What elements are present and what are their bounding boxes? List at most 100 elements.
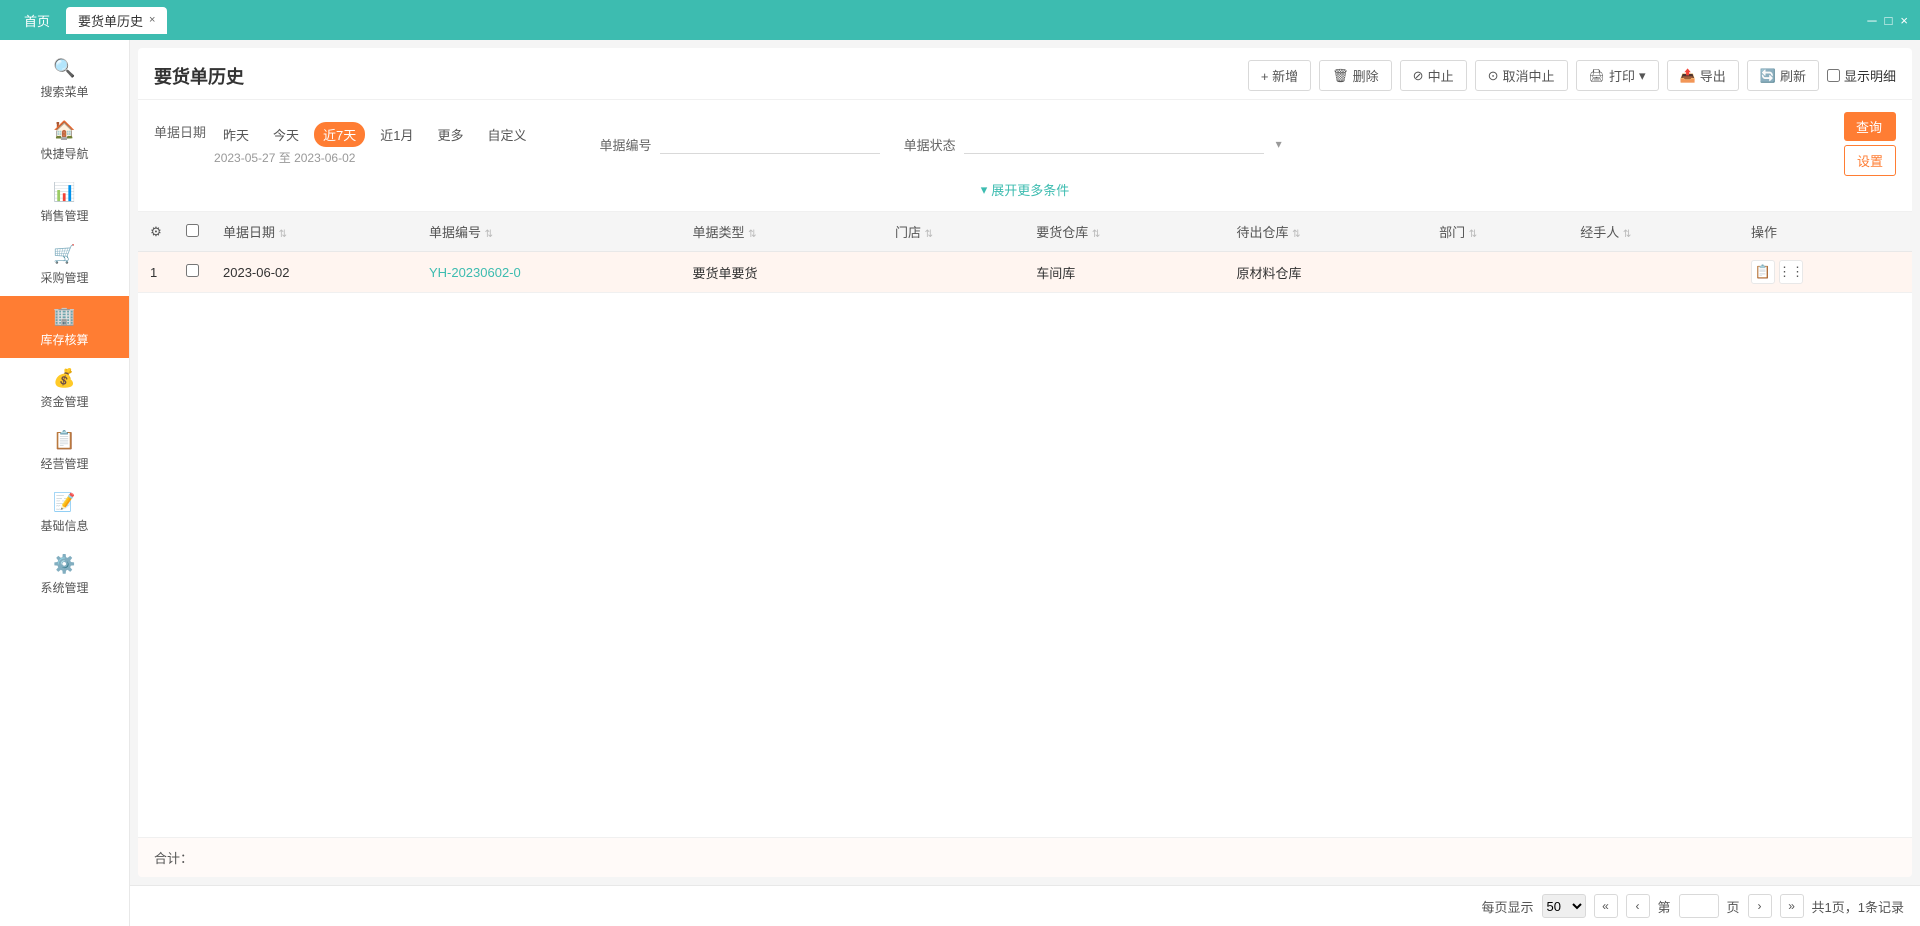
col-number[interactable]: 单据编号 ⇅ [417,212,681,252]
date-btn-yesterday[interactable]: 昨天 [214,122,258,147]
sidebar-item-basic-info[interactable]: 📝 基础信息 [0,482,129,544]
content-area: 要货单历史 + 新增 🗑 删除 ⊘ 中止 ⊙ 取消中止 [130,40,1920,926]
sort-store-icon: ⇅ [925,229,933,240]
window-controls: ─ □ × [1867,13,1908,28]
table-area: ⚙ 单据日期 ⇅ 单据编号 ⇅ [138,212,1912,837]
row-number-link[interactable]: YH-20230602-0 [429,265,521,280]
prev-page-button[interactable]: ‹ [1626,894,1650,918]
col-req-warehouse[interactable]: 要货仓库 ⇅ [1024,212,1224,252]
page-label-end: 页 [1727,897,1740,916]
page-title: 要货单历史 [154,63,244,89]
table-row: 1 2023-06-02 YH-20230602-0 要货单要货 车间库 [138,252,1912,293]
row-edit-button[interactable]: 📋 [1751,260,1775,284]
row-handler [1568,252,1739,293]
page-label: 第 [1658,897,1671,916]
window-close-button[interactable]: × [1900,13,1908,28]
row-delete-button[interactable]: ⋮⋮ [1779,260,1803,284]
bill-number-input[interactable] [660,134,880,154]
page-header: 要货单历史 + 新增 🗑 删除 ⊘ 中止 ⊙ 取消中止 [138,48,1912,100]
date-btn-today[interactable]: 今天 [264,122,308,147]
status-input[interactable] [964,134,1264,154]
main-layout: 🔍 搜索菜单 🏠 快捷导航 📊 销售管理 🛒 采购管理 🏢 库存核算 💰 资金管… [0,40,1920,926]
system-icon: ⚙️ [53,554,75,575]
active-tab-label: 要货单历史 [78,11,143,30]
col-settings[interactable]: ⚙ [138,212,174,252]
maximize-button[interactable]: □ [1885,13,1893,28]
sidebar-item-label: 搜索菜单 [40,83,88,100]
delete-button[interactable]: 🗑 删除 [1319,60,1392,91]
row-req-warehouse: 车间库 [1024,252,1224,293]
next-page-button[interactable]: › [1748,894,1772,918]
last-page-button[interactable]: » [1780,894,1804,918]
bill-number-label: 单据编号 [600,135,652,154]
sort-type-icon: ⇅ [748,229,756,240]
new-button[interactable]: + 新增 [1248,60,1311,91]
export-button[interactable]: 📤 导出 [1667,60,1739,91]
table-footer: 合计： [138,837,1912,877]
quick-nav-icon: 🏠 [53,120,75,141]
settings-button[interactable]: 设置 [1844,145,1896,176]
col-pending-warehouse[interactable]: 待出仓库 ⇅ [1225,212,1428,252]
date-btn-more[interactable]: 更多 [429,122,473,147]
expand-more-btn[interactable]: ▾ 展开更多条件 [981,180,1070,199]
sort-dept-icon: ⇅ [1469,229,1477,240]
inventory-icon: 🏢 [53,306,75,327]
date-filter-options: 昨天 今天 近7天 近1月 更多 自定义 2023-05-27 至 2023-0… [214,122,536,166]
sidebar-item-label: 库存核算 [40,331,88,348]
close-tab-icon[interactable]: × [149,14,155,26]
minimize-button[interactable]: ─ [1867,13,1876,28]
sidebar: 🔍 搜索菜单 🏠 快捷导航 📊 销售管理 🛒 采购管理 🏢 库存核算 💰 资金管… [0,40,130,926]
sidebar-item-sales[interactable]: 📊 销售管理 [0,172,129,234]
expand-more-label: 展开更多条件 [991,180,1069,199]
footer-total-label: 合计： [154,851,193,866]
per-page-label: 每页显示 [1481,897,1533,916]
data-table: ⚙ 单据日期 ⇅ 单据编号 ⇅ [138,212,1912,293]
sidebar-item-label: 销售管理 [40,207,88,224]
sort-number-icon: ⇅ [485,229,493,240]
filter-area: 单据日期 昨天 今天 近7天 近1月 更多 自定义 2023-05-27 至 2… [138,100,1912,212]
sort-pending-icon: ⇅ [1292,229,1300,240]
show-detail-checkbox[interactable]: 显示明细 [1827,66,1896,85]
col-department[interactable]: 部门 ⇅ [1427,212,1568,252]
date-btn-custom[interactable]: 自定义 [479,122,536,147]
finance-icon: 💰 [53,368,75,389]
tab-active[interactable]: 要货单历史 × [66,7,167,34]
sidebar-item-quick-nav[interactable]: 🏠 快捷导航 [0,110,129,172]
select-all-checkbox[interactable] [186,224,199,237]
sidebar-item-purchase[interactable]: 🛒 采购管理 [0,234,129,296]
filter-row-1: 单据日期 昨天 今天 近7天 近1月 更多 自定义 2023-05-27 至 2… [154,112,1896,176]
tab-home[interactable]: 首页 [12,7,62,34]
search-button[interactable]: 查询 [1844,112,1896,141]
per-page-select[interactable]: 50 100 200 [1542,894,1586,918]
col-store[interactable]: 门店 ⇅ [883,212,1024,252]
date-buttons: 昨天 今天 近7天 近1月 更多 自定义 [214,122,536,147]
refresh-button[interactable]: 🔄 刷新 [1747,60,1819,91]
stop-button[interactable]: ⊘ 中止 [1400,60,1467,91]
sidebar-item-label: 资金管理 [40,393,88,410]
col-handler[interactable]: 经手人 ⇅ [1568,212,1739,252]
sidebar-item-finance[interactable]: 💰 资金管理 [0,358,129,420]
print-button[interactable]: 🖨 打印 ▾ [1576,60,1659,91]
col-type[interactable]: 单据类型 ⇅ [680,212,883,252]
show-detail-input[interactable] [1827,69,1840,82]
row-checkbox [174,252,211,293]
date-btn-7days[interactable]: 近7天 [314,122,365,147]
first-page-button[interactable]: « [1594,894,1618,918]
cancel-stop-button[interactable]: ⊙ 取消中止 [1475,60,1568,91]
date-btn-1month[interactable]: 近1月 [371,122,422,147]
col-date[interactable]: 单据日期 ⇅ [211,212,417,252]
sidebar-item-operation[interactable]: 📋 经营管理 [0,420,129,482]
table-body: 1 2023-06-02 YH-20230602-0 要货单要货 车间库 [138,252,1912,293]
sort-handler-icon: ⇅ [1623,229,1631,240]
pagination-bar: 每页显示 50 100 200 « ‹ 第 1 页 › » 共1页，1条记录 [130,885,1920,926]
status-dropdown-icon[interactable]: ▾ [1276,137,1282,151]
col-action: 操作 [1739,212,1912,252]
sidebar-item-inventory[interactable]: 🏢 库存核算 [0,296,129,358]
sidebar-item-search-menu[interactable]: 🔍 搜索菜单 [0,48,129,110]
row-select-checkbox[interactable] [186,264,199,277]
sidebar-item-system[interactable]: ⚙️ 系统管理 [0,544,129,606]
date-filter: 单据日期 昨天 今天 近7天 近1月 更多 自定义 2023-05-27 至 2… [154,122,536,166]
row-number: YH-20230602-0 [417,252,681,293]
row-type: 要货单要货 [680,252,883,293]
page-input[interactable]: 1 [1679,894,1719,918]
